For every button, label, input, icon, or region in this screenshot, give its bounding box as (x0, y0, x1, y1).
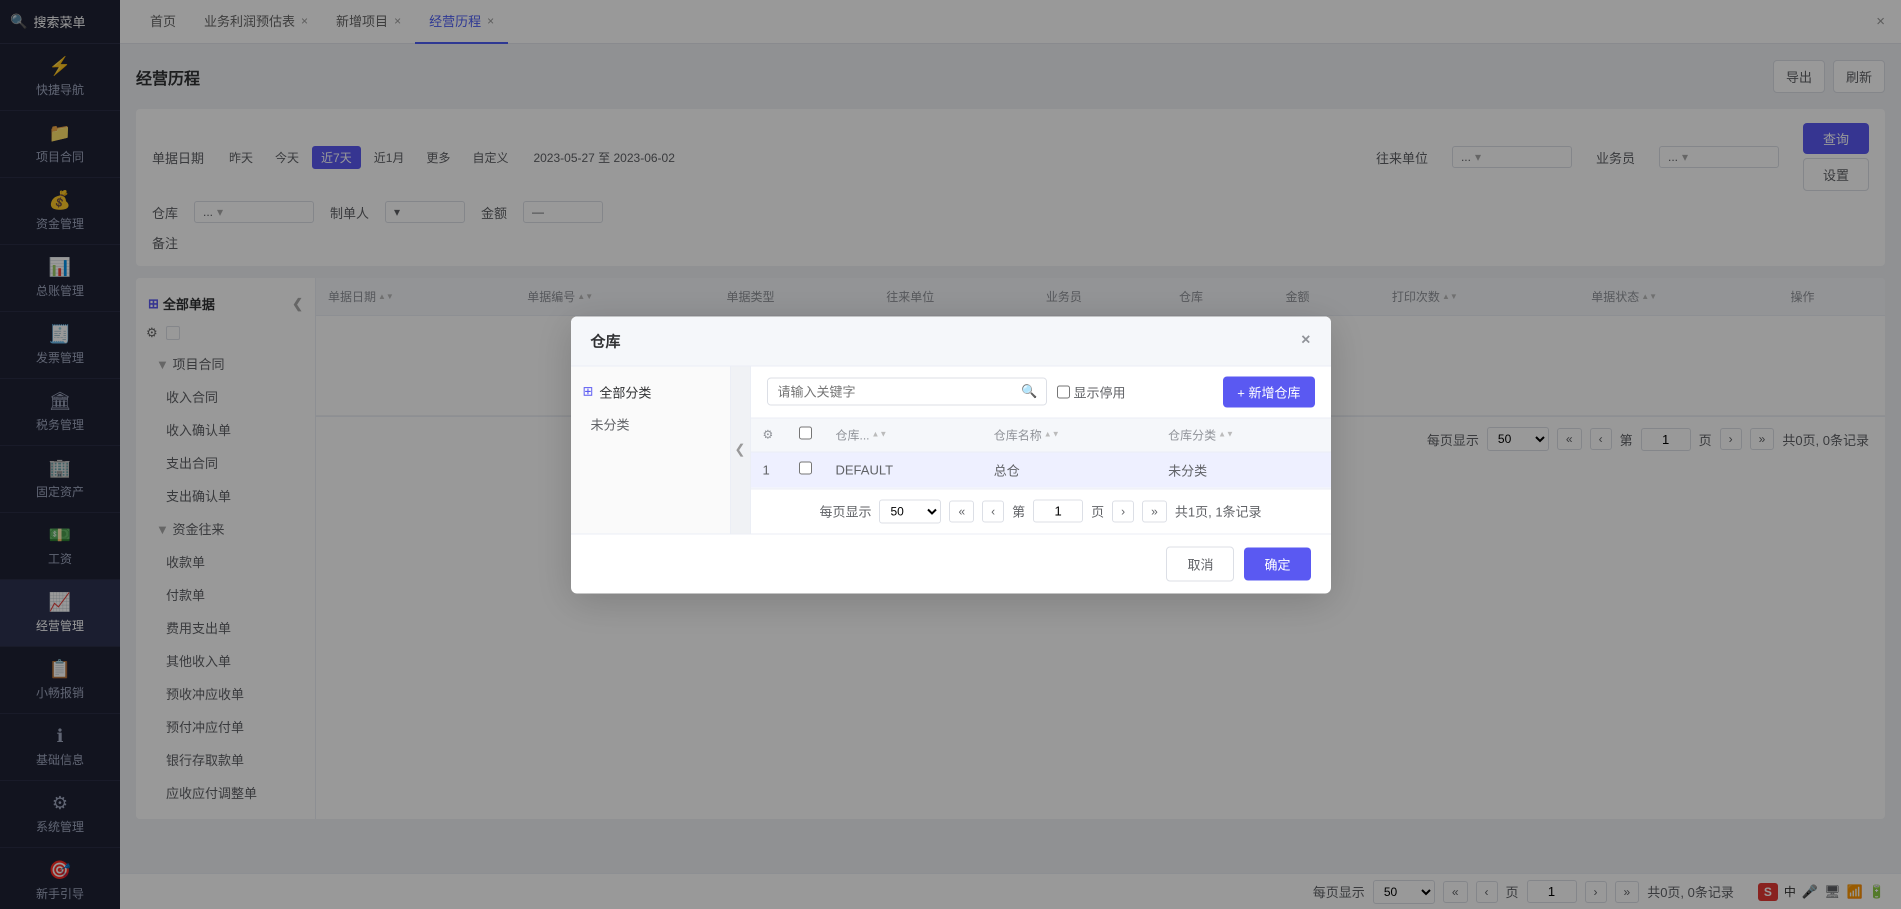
modal-sidebar-collapse-btn[interactable]: ❮ (731, 366, 751, 533)
modal-col-code: 仓库... ▲▼ (824, 418, 982, 452)
unclassified-label: 未分类 (591, 417, 630, 432)
row-category: 未分类 (1156, 452, 1330, 488)
modal-title: 仓库 (591, 330, 621, 351)
modal-col-name: 仓库名称 ▲▼ (982, 418, 1156, 452)
modal-first-btn[interactable]: « (949, 500, 974, 522)
modal-sort-icon1[interactable]: ▲▼ (872, 431, 888, 439)
row-index: 1 (751, 452, 787, 488)
modal-grid-icon: ⊞ (583, 384, 594, 400)
row-checkbox-cell (787, 452, 824, 488)
modal-search-icon[interactable]: 🔍 (1013, 379, 1045, 405)
modal-col-category: 仓库分类 ▲▼ (1156, 418, 1330, 452)
row-name: 总仓 (982, 452, 1156, 488)
modal-last-btn[interactable]: » (1142, 500, 1167, 522)
table-row[interactable]: 1 DEFAULT 总仓 未分类 (751, 452, 1331, 488)
modal-table: ⚙ 仓库... ▲▼ (751, 418, 1331, 488)
modal-all-categories-label: 全部分类 (599, 382, 651, 401)
modal-page-size-label: 每页显示 (819, 502, 871, 521)
modal-page-size-select[interactable]: 50 (879, 499, 941, 523)
modal-toolbar: 🔍 显示停用 + 新增仓库 (751, 366, 1331, 418)
show-disabled-label[interactable]: 显示停用 (1057, 382, 1126, 401)
modal-footer: 取消 确定 (571, 533, 1331, 593)
row-checkbox[interactable] (799, 462, 812, 475)
modal-body: ⊞ 全部分类 未分类 ❮ 🔍 显示停用 + 新增仓库 (571, 366, 1331, 533)
confirm-button[interactable]: 确定 (1244, 547, 1310, 580)
row-code: DEFAULT (824, 452, 982, 488)
modal-sort-icon3[interactable]: ▲▼ (1218, 431, 1234, 439)
modal-page-input[interactable] (1033, 500, 1083, 523)
modal-col-gear: ⚙ (751, 418, 787, 452)
modal-header: 仓库 × (571, 316, 1331, 366)
modal-search-input[interactable] (768, 379, 1014, 404)
modal-sidebar-all-categories[interactable]: ⊞ 全部分类 (571, 376, 730, 407)
show-disabled-checkbox[interactable] (1057, 385, 1070, 398)
add-warehouse-button[interactable]: + 新增仓库 (1223, 376, 1314, 407)
modal-prev-btn[interactable]: ‹ (982, 500, 1004, 522)
gear-icon[interactable]: ⚙ (763, 428, 774, 442)
modal-select-all[interactable] (799, 427, 812, 440)
modal-col-checkbox (787, 418, 824, 452)
modal-search-box: 🔍 (767, 378, 1047, 406)
modal-page-label: 页 (1091, 502, 1104, 521)
warehouse-modal: 仓库 × ⊞ 全部分类 未分类 ❮ 🔍 (571, 316, 1331, 593)
modal-total-label: 共1页, 1条记录 (1175, 502, 1262, 521)
modal-sidebar: ⊞ 全部分类 未分类 (571, 366, 731, 533)
modal-close-button[interactable]: × (1301, 332, 1310, 350)
modal-table-area: ⚙ 仓库... ▲▼ (751, 418, 1331, 488)
modal-pagination: 每页显示 50 « ‹ 第 页 › » 共1页, 1条记录 (751, 488, 1331, 533)
modal-next-btn[interactable]: › (1112, 500, 1134, 522)
modal-sidebar-unclassified[interactable]: 未分类 (571, 407, 730, 440)
modal-main: 🔍 显示停用 + 新增仓库 ⚙ (751, 366, 1331, 533)
collapse-arrow-icon: ❮ (735, 442, 746, 458)
modal-page-word: 第 (1012, 502, 1025, 521)
modal-sort-icon2[interactable]: ▲▼ (1044, 431, 1060, 439)
show-disabled-text: 显示停用 (1074, 382, 1126, 401)
cancel-button[interactable]: 取消 (1166, 546, 1234, 581)
